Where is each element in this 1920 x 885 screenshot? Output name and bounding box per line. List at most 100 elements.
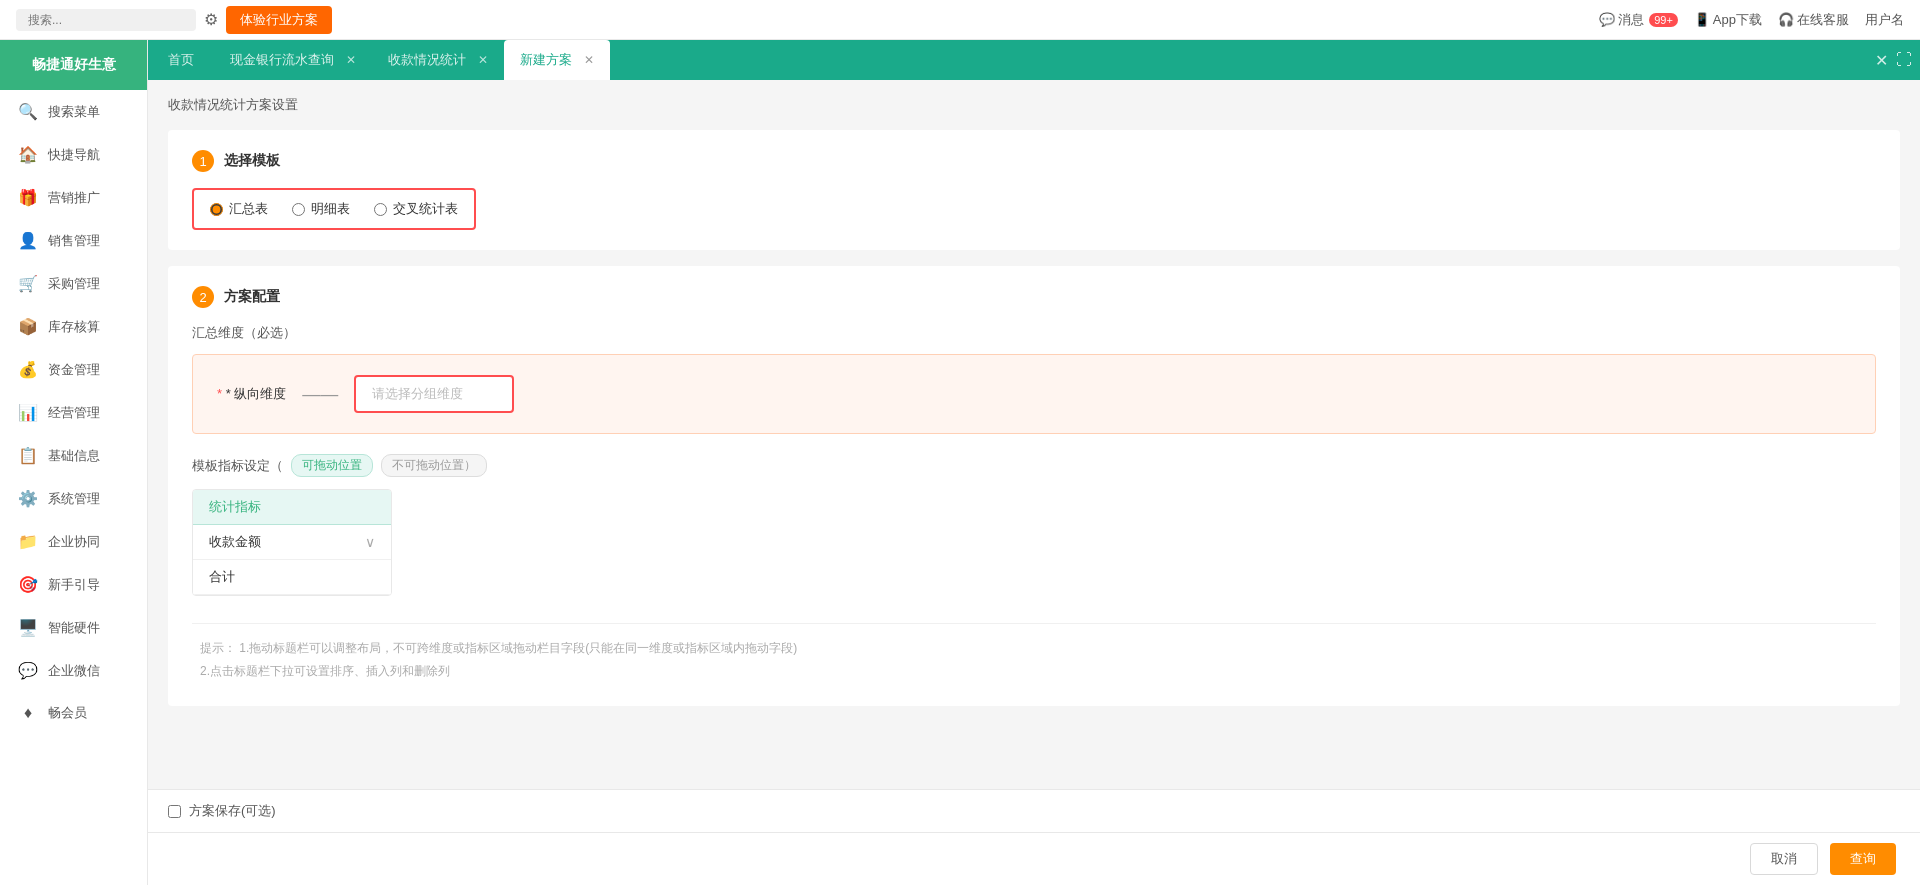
sidebar-label-smart-hw: 智能硬件	[48, 619, 100, 637]
tab-collection-stats[interactable]: 收款情况统计 ✕	[372, 40, 504, 80]
tab-close-all-icon[interactable]: ✕	[1875, 51, 1888, 70]
inventory-icon: 📦	[18, 317, 38, 336]
sidebar-label-marketing: 营销推广	[48, 189, 100, 207]
app-download-link[interactable]: 📱 App下载	[1694, 11, 1762, 29]
tab-new-plan[interactable]: 新建方案 ✕	[504, 40, 610, 80]
sales-icon: 👤	[18, 231, 38, 250]
radio-detail[interactable]: 明细表	[292, 200, 350, 218]
save-plan-checkbox[interactable]	[168, 805, 181, 818]
sidebar-item-basic-info[interactable]: 📋 基础信息	[0, 434, 147, 477]
logo-text: 畅捷通好生意	[32, 56, 116, 74]
purchase-icon: 🛒	[18, 274, 38, 293]
metrics-hint-text: 模板指标设定（	[192, 457, 283, 475]
tab-bank-flow[interactable]: 现金银行流水查询 ✕	[214, 40, 372, 80]
user-menu[interactable]: 用户名	[1865, 11, 1904, 29]
metrics-section: 模板指标设定（ 可拖动位置 不可拖动位置） 统计指标 收款金额 ∨ 合计	[192, 454, 1876, 599]
sidebar-item-purchase[interactable]: 🛒 采购管理	[0, 262, 147, 305]
tab-bar: 首页 现金银行流水查询 ✕ 收款情况统计 ✕ 新建方案 ✕ ✕ ⛶	[148, 40, 1920, 80]
dimension-row: * * 纵向维度 —— 请选择分组维度	[217, 375, 1851, 413]
finance-icon: 💰	[18, 360, 38, 379]
metrics-table-header: 统计指标	[193, 490, 391, 525]
tab-new-plan-label: 新建方案	[520, 51, 572, 69]
radio-summary[interactable]: 汇总表	[210, 200, 268, 218]
tab-bar-right: ✕ ⛶	[1875, 51, 1920, 70]
sidebar-item-smart-hw[interactable]: 🖥️ 智能硬件	[0, 606, 147, 649]
step2-header: 2 方案配置	[192, 286, 1876, 308]
main-layout: 畅捷通好生意 🔍 搜索菜单 🏠 快捷导航 🎁 营销推广 👤 销售管理 🛒 采购管…	[0, 40, 1920, 885]
step1-num: 1	[192, 150, 214, 172]
metrics-row-1-label: 合计	[209, 568, 375, 586]
step2-section: 2 方案配置 汇总维度（必选） * * 纵向维度 ——	[168, 266, 1900, 706]
template-options: 汇总表 明细表 交叉统计表	[192, 188, 476, 230]
cancel-button[interactable]: 取消	[1750, 843, 1818, 875]
system-icon: ⚙️	[18, 489, 38, 508]
sidebar-label-sales: 销售管理	[48, 232, 100, 250]
tab-new-plan-close[interactable]: ✕	[584, 53, 594, 67]
wechat-icon: 💬	[18, 661, 38, 680]
required-star: *	[217, 386, 226, 401]
tip-2-text: 2.点击标题栏下拉可设置排序、插入列和删除列	[200, 664, 450, 678]
sidebar-label-operations: 经营管理	[48, 404, 100, 422]
search-menu-icon: 🔍	[18, 102, 38, 121]
draggable-badge: 可拖动位置	[291, 454, 373, 477]
step2-num: 2	[192, 286, 214, 308]
sidebar-logo: 畅捷通好生意	[0, 40, 147, 90]
sidebar-item-finance[interactable]: 💰 资金管理	[0, 348, 147, 391]
sidebar-item-wechat[interactable]: 💬 企业微信	[0, 649, 147, 692]
quick-nav-icon: 🏠	[18, 145, 38, 164]
sidebar-item-system[interactable]: ⚙️ 系统管理	[0, 477, 147, 520]
messages-link[interactable]: 💬 消息 99+	[1599, 11, 1678, 29]
sidebar-item-inventory[interactable]: 📦 库存核算	[0, 305, 147, 348]
sidebar-item-marketing[interactable]: 🎁 营销推广	[0, 176, 147, 219]
non-draggable-badge: 不可拖动位置）	[381, 454, 487, 477]
search-input[interactable]	[16, 9, 196, 31]
content-area: 收款情况统计方案设置 1 选择模板 汇总表 明细表	[148, 80, 1920, 885]
tip-2: 2.点击标题栏下拉可设置排序、插入列和删除列	[192, 663, 1876, 680]
sidebar-item-quick-nav[interactable]: 🏠 快捷导航	[0, 133, 147, 176]
radio-summary-input[interactable]	[210, 203, 223, 216]
tip-1: 提示： 1.拖动标题栏可以调整布局，不可跨维度或指标区域拖动栏目字段(只能在同一…	[192, 640, 1876, 657]
newbie-icon: 🎯	[18, 575, 38, 594]
metrics-table: 统计指标 收款金额 ∨ 合计	[192, 489, 392, 596]
sidebar-label-basic-info: 基础信息	[48, 447, 100, 465]
dimension-select-wrap: 请选择分组维度	[354, 375, 514, 413]
step1-title: 选择模板	[224, 152, 280, 170]
tab-expand-icon[interactable]: ⛶	[1896, 51, 1912, 69]
query-button[interactable]: 查询	[1830, 843, 1896, 875]
tab-bank-flow-close[interactable]: ✕	[346, 53, 356, 67]
radio-summary-label: 汇总表	[229, 200, 268, 218]
tab-home-label: 首页	[168, 51, 194, 69]
metrics-row-0-arrow[interactable]: ∨	[365, 534, 375, 550]
dimension-select[interactable]: 请选择分组维度	[354, 375, 514, 413]
smart-hw-icon: 🖥️	[18, 618, 38, 637]
sidebar-label-member: 畅会员	[48, 704, 87, 722]
radio-crosstab-input[interactable]	[374, 203, 387, 216]
enterprise-coop-icon: 📁	[18, 532, 38, 551]
radio-crosstab-label: 交叉统计表	[393, 200, 458, 218]
gear-icon[interactable]: ⚙	[204, 10, 218, 29]
step1-header: 1 选择模板	[192, 150, 1876, 172]
sidebar-item-sales[interactable]: 👤 销售管理	[0, 219, 147, 262]
vertical-label-text: * 纵向维度	[226, 386, 287, 401]
support-link[interactable]: 🎧 在线客服	[1778, 11, 1849, 29]
sidebar-item-operations[interactable]: 📊 经营管理	[0, 391, 147, 434]
sidebar-item-newbie[interactable]: 🎯 新手引导	[0, 563, 147, 606]
sidebar-label-enterprise-coop: 企业协同	[48, 533, 100, 551]
tab-bank-flow-label: 现金银行流水查询	[230, 51, 334, 69]
sidebar: 畅捷通好生意 🔍 搜索菜单 🏠 快捷导航 🎁 营销推广 👤 销售管理 🛒 采购管…	[0, 40, 148, 885]
sidebar-label-quick-nav: 快捷导航	[48, 146, 100, 164]
support-label: 在线客服	[1797, 11, 1849, 29]
tab-collection-stats-close[interactable]: ✕	[478, 53, 488, 67]
radio-crosstab[interactable]: 交叉统计表	[374, 200, 458, 218]
sidebar-item-enterprise-coop[interactable]: 📁 企业协同	[0, 520, 147, 563]
dimension-section-title: 汇总维度（必选）	[192, 324, 1876, 342]
step2-title: 方案配置	[224, 288, 280, 306]
tab-home[interactable]: 首页	[148, 40, 214, 80]
tips-section: 提示： 1.拖动标题栏可以调整布局，不可跨维度或指标区域拖动栏目字段(只能在同一…	[192, 623, 1876, 680]
sidebar-item-search-menu[interactable]: 🔍 搜索菜单	[0, 90, 147, 133]
radio-detail-input[interactable]	[292, 203, 305, 216]
tab-collection-stats-label: 收款情况统计	[388, 51, 466, 69]
breadcrumb: 收款情况统计方案设置	[168, 96, 1900, 114]
sidebar-item-member[interactable]: ♦ 畅会员	[0, 692, 147, 734]
trial-button[interactable]: 体验行业方案	[226, 6, 332, 34]
